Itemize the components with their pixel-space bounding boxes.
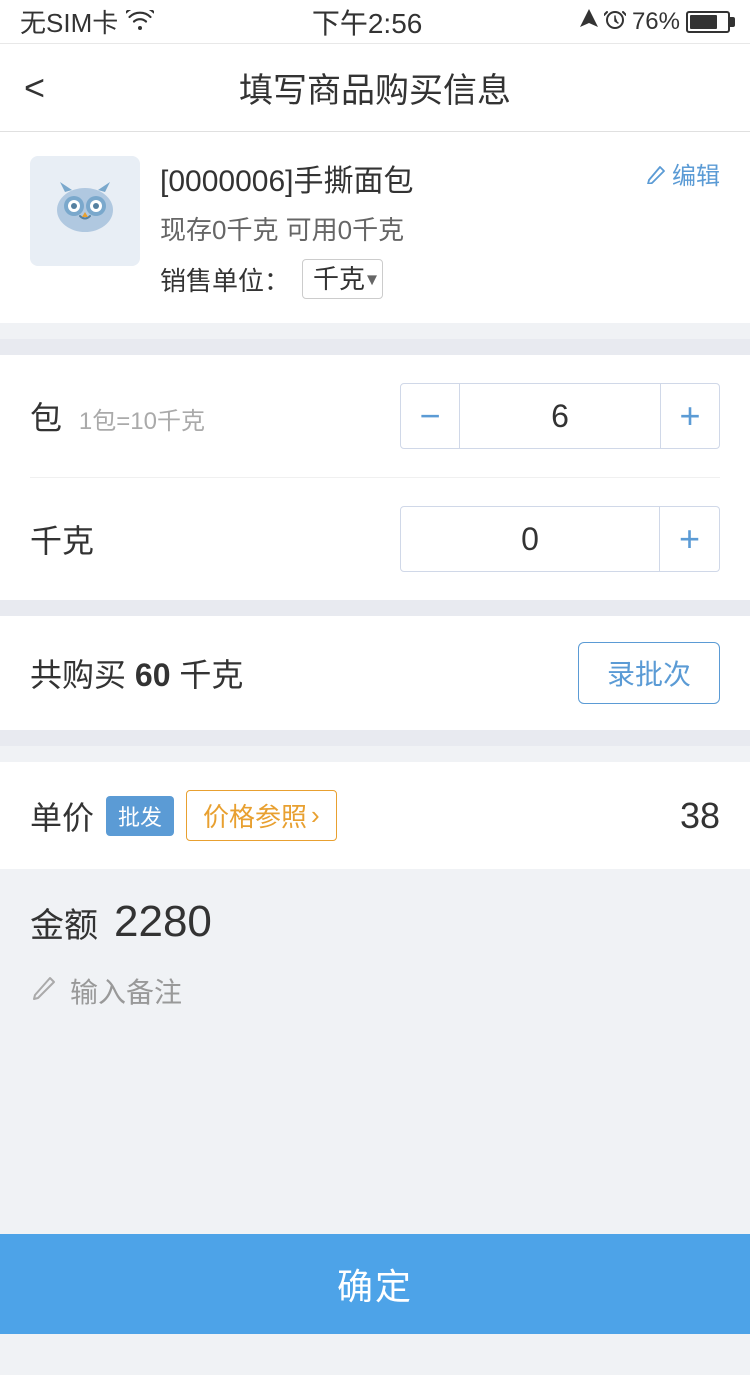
kg-label: 千克 bbox=[30, 516, 400, 562]
status-left: 无SIM卡 bbox=[20, 3, 154, 40]
carrier-text: 无SIM卡 bbox=[20, 3, 118, 40]
unit-select[interactable]: 千克 bbox=[302, 259, 383, 299]
bag-stepper: − + bbox=[400, 383, 720, 449]
page-title: 填写商品购买信息 bbox=[239, 63, 511, 112]
bag-sub: 1包=10千克 bbox=[79, 408, 205, 435]
total-amount: 60 bbox=[135, 657, 179, 693]
kg-stepper: + bbox=[400, 506, 720, 572]
unit-select-wrap[interactable]: 千克 bbox=[302, 259, 383, 299]
battery-text: 76% bbox=[632, 8, 680, 36]
price-value: 38 bbox=[680, 795, 720, 837]
location-icon bbox=[580, 8, 598, 36]
bag-label: 包 1包=10千克 bbox=[30, 393, 400, 439]
kg-plus-button[interactable]: + bbox=[660, 506, 720, 572]
product-unit-row: 销售单位： 千克 bbox=[160, 259, 720, 299]
back-button[interactable]: < bbox=[24, 67, 45, 109]
amount-row: 金额 2280 bbox=[30, 897, 720, 947]
amount-value: 2280 bbox=[114, 897, 212, 947]
bag-quantity-input[interactable] bbox=[460, 383, 660, 449]
edit-button[interactable]: 编辑 bbox=[646, 156, 720, 191]
price-ref-label: 价格参照 bbox=[203, 797, 307, 834]
bag-minus-button[interactable]: − bbox=[400, 383, 460, 449]
product-thumbnail bbox=[30, 156, 140, 266]
status-time: 下午2:56 bbox=[312, 2, 423, 42]
divider-3 bbox=[0, 730, 750, 746]
product-stock: 现存0千克 可用0千克 bbox=[160, 210, 720, 247]
pencil-icon bbox=[30, 974, 58, 1009]
confirm-button[interactable]: 确定 bbox=[0, 1234, 750, 1334]
wifi-icon bbox=[126, 6, 154, 37]
kg-quantity-input[interactable] bbox=[400, 506, 660, 572]
price-type-badge: 批发 bbox=[106, 796, 174, 836]
status-bar: 无SIM卡 下午2:56 76% bbox=[0, 0, 750, 44]
product-card: [0000006]手撕面包 编辑 现存0千克 可用0千克 销售单位： 千克 bbox=[0, 132, 750, 323]
kg-input-row: 千克 + bbox=[30, 478, 720, 600]
product-logo bbox=[50, 178, 120, 245]
divider-2 bbox=[0, 600, 750, 616]
price-left: 单价 批发 价格参照 › bbox=[30, 790, 337, 841]
total-row: 共购买 60 千克 录批次 bbox=[0, 616, 750, 730]
nav-bar: < 填写商品购买信息 bbox=[0, 44, 750, 132]
total-text: 共购买 60 千克 bbox=[30, 650, 243, 696]
edit-label: 编辑 bbox=[672, 156, 720, 191]
amount-section: 金额 2280 输入备注 bbox=[0, 869, 750, 1035]
price-label: 单价 bbox=[30, 793, 94, 839]
amount-label: 金额 bbox=[30, 898, 98, 947]
divider-1 bbox=[0, 339, 750, 355]
remark-row[interactable]: 输入备注 bbox=[30, 971, 720, 1035]
status-right: 76% bbox=[580, 8, 730, 36]
product-name: [0000006]手撕面包 bbox=[160, 156, 646, 200]
product-info: [0000006]手撕面包 编辑 现存0千克 可用0千克 销售单位： 千克 bbox=[160, 156, 720, 299]
remark-placeholder: 输入备注 bbox=[70, 971, 182, 1011]
quantity-section: 包 1包=10千克 − + 千克 + bbox=[0, 355, 750, 600]
unit-label: 销售单位： bbox=[160, 261, 290, 298]
alarm-icon bbox=[604, 8, 626, 36]
bag-plus-button[interactable]: + bbox=[660, 383, 720, 449]
price-ref-button[interactable]: 价格参照 › bbox=[186, 790, 337, 841]
battery-icon bbox=[686, 11, 730, 33]
bag-input-row: 包 1包=10千克 − + bbox=[30, 355, 720, 478]
price-ref-chevron: › bbox=[311, 800, 320, 831]
batch-button[interactable]: 录批次 bbox=[578, 642, 720, 704]
price-section: 单价 批发 价格参照 › 38 bbox=[0, 762, 750, 869]
